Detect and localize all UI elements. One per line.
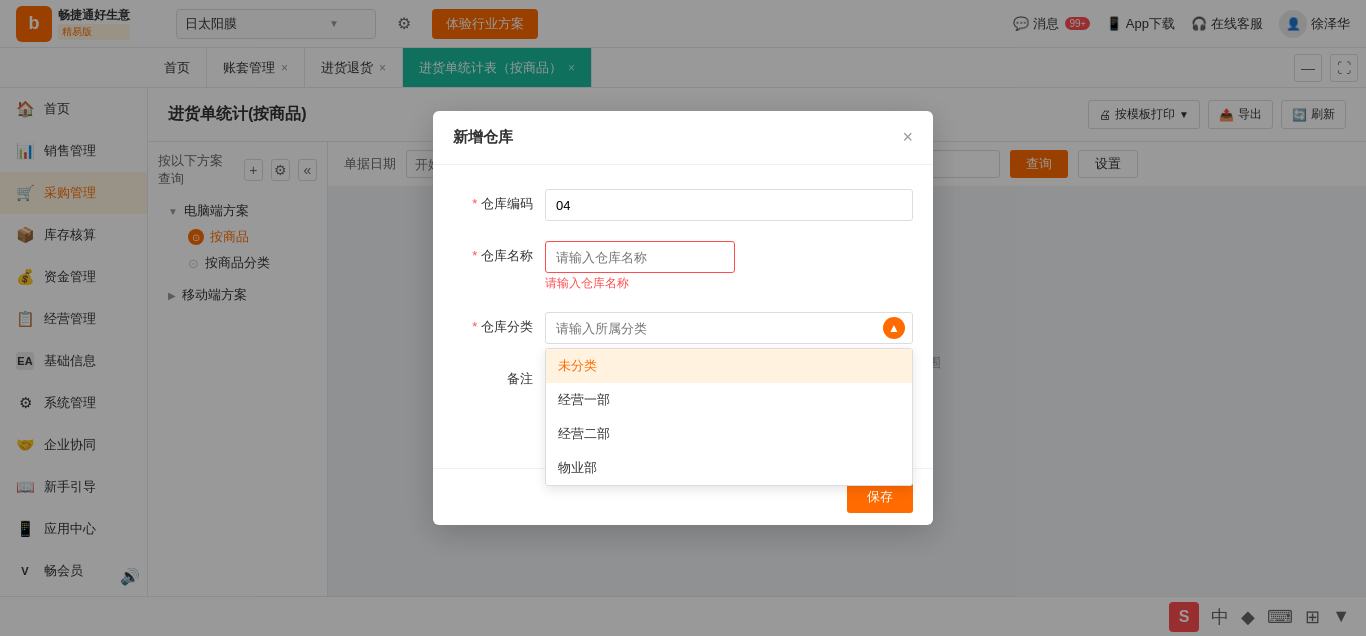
modal-header: 新增仓库 × [433,111,933,165]
category-dropdown: 未分类 经营一部 经营二部 物业部 [545,348,913,486]
category-label: 仓库分类 [453,312,533,336]
modal-title: 新增仓库 [453,128,513,147]
dropdown-item-dept1[interactable]: 经营一部 [546,383,912,417]
dropdown-item-unclassified[interactable]: 未分类 [546,349,912,383]
new-warehouse-modal: 新增仓库 × 仓库编码 仓库名称 请输入仓库名称 仓库分类 [433,111,933,525]
warehouse-name-row: 仓库名称 请输入仓库名称 [453,241,913,292]
category-input[interactable] [545,312,913,344]
code-label: 仓库编码 [453,189,533,213]
modal-body: 仓库编码 仓库名称 请输入仓库名称 仓库分类 ▲ 未分类 [433,165,933,468]
warehouse-name-input[interactable] [545,241,735,273]
warehouse-code-input[interactable] [545,189,913,221]
category-dropdown-arrow[interactable]: ▲ [883,317,905,339]
dropdown-item-property[interactable]: 物业部 [546,451,912,485]
name-error-message: 请输入仓库名称 [545,275,913,292]
dropdown-item-dept2[interactable]: 经营二部 [546,417,912,451]
warehouse-code-row: 仓库编码 [453,189,913,221]
modal-close-button[interactable]: × [902,127,913,148]
name-label: 仓库名称 [453,241,533,265]
notes-label: 备注 [453,364,533,388]
category-input-wrapper: ▲ 未分类 经营一部 经营二部 物业部 [545,312,913,344]
warehouse-category-row: 仓库分类 ▲ 未分类 经营一部 经营二部 物业部 [453,312,913,344]
modal-overlay: 新增仓库 × 仓库编码 仓库名称 请输入仓库名称 仓库分类 [0,0,1366,636]
name-field-wrapper: 请输入仓库名称 [545,241,913,292]
